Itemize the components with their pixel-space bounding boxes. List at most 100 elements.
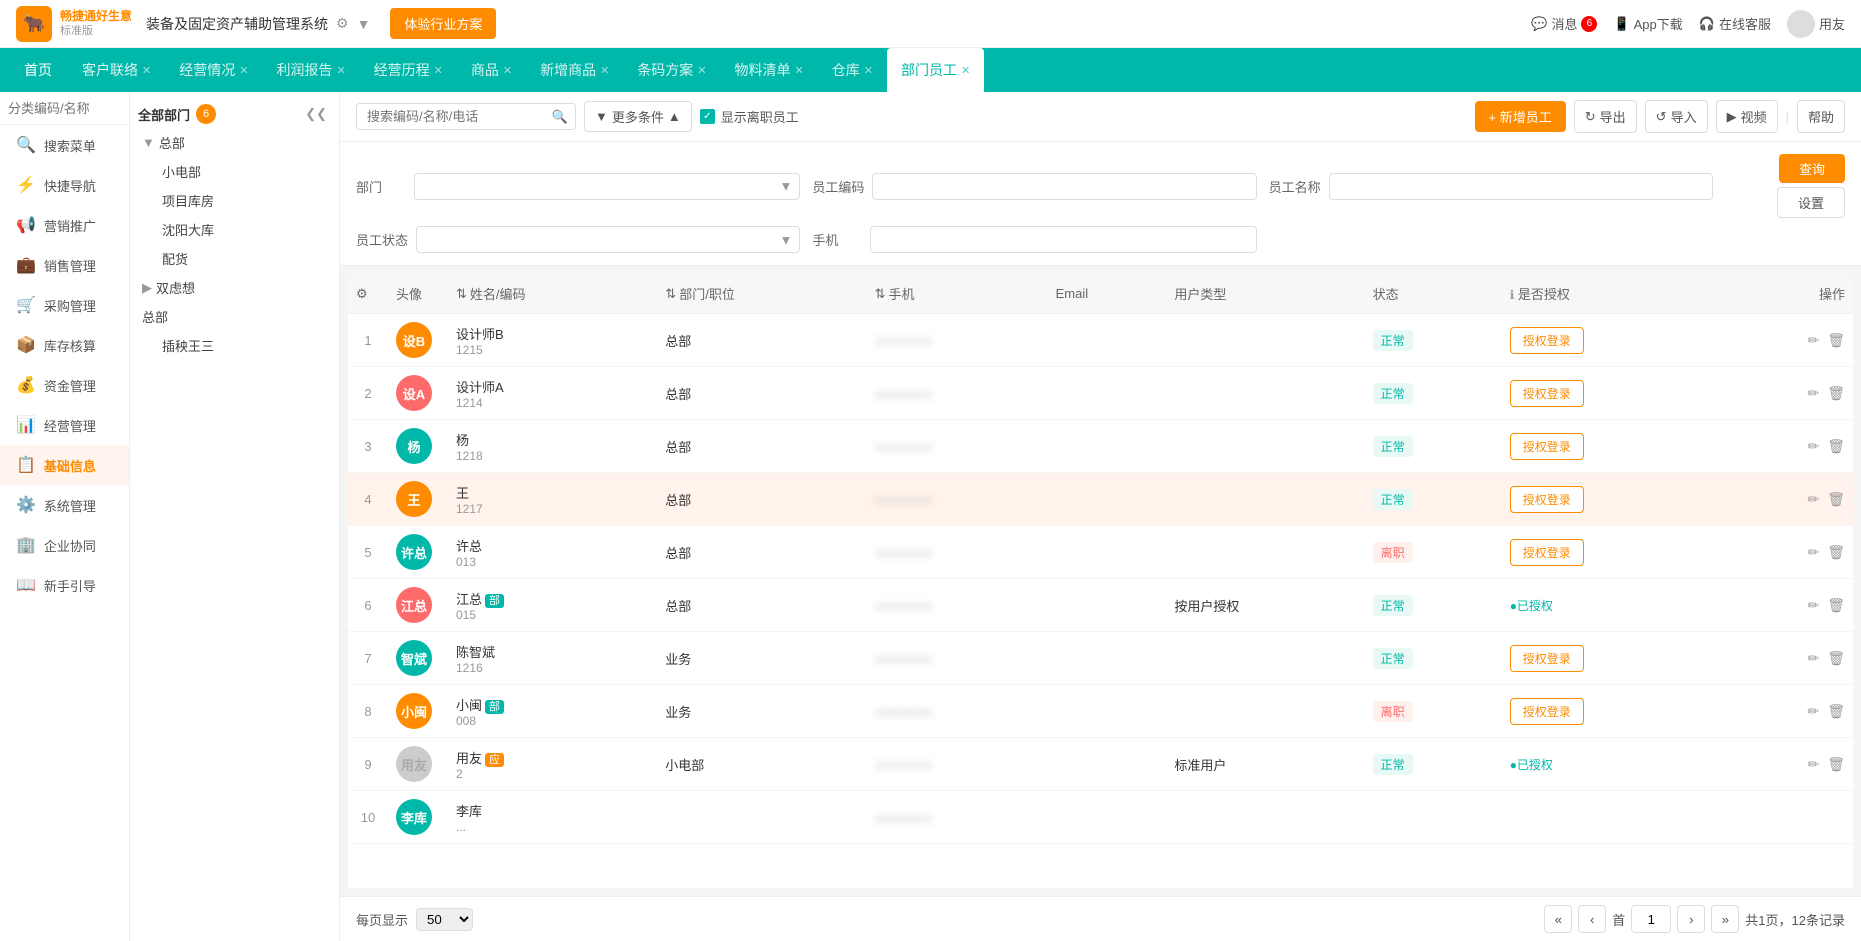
auth-login-btn[interactable]: 授权登录 — [1510, 380, 1584, 407]
close-icon[interactable]: ✕ — [864, 64, 873, 77]
search-button[interactable]: 🔍 — [552, 109, 568, 125]
tab-operation[interactable]: 经营情况 ✕ — [165, 48, 262, 92]
import-btn[interactable]: ↺ 导入 — [1645, 100, 1708, 133]
search-input[interactable] — [356, 103, 576, 130]
trial-button[interactable]: 体验行业方案 — [390, 8, 496, 39]
auth-cell[interactable]: 授权登录 — [1502, 685, 1722, 738]
status-select[interactable] — [416, 226, 800, 253]
name-filter-input[interactable] — [1329, 173, 1713, 200]
edit-icon[interactable]: ✏ — [1807, 491, 1819, 508]
set-btn[interactable]: 设置 — [1777, 187, 1845, 218]
delete-icon[interactable]: 🗑 — [1827, 650, 1845, 667]
close-icon[interactable]: ✕ — [961, 64, 970, 77]
edit-icon[interactable]: ✏ — [1807, 544, 1819, 561]
first-page-btn[interactable]: « — [1544, 905, 1572, 933]
close-icon[interactable]: ✕ — [503, 64, 512, 77]
sidebar-search[interactable]: 🔍 — [0, 92, 129, 125]
sidebar-item-search[interactable]: 🔍 搜索菜单 — [0, 125, 129, 165]
edit-icon[interactable]: ✏ — [1807, 756, 1819, 773]
th-dept[interactable]: ⇅ 部门/职位 — [657, 274, 866, 314]
sidebar-item-shortcut[interactable]: ⚡ 快捷导航 — [0, 165, 129, 205]
sidebar-item-purchase[interactable]: 🛒 采购管理 — [0, 285, 129, 325]
delete-icon[interactable]: 🗑 — [1827, 491, 1845, 508]
last-page-btn[interactable]: » — [1711, 905, 1739, 933]
auth-cell[interactable]: ●已授权 — [1502, 738, 1722, 791]
home-tab[interactable]: 首页 — [8, 60, 68, 80]
show-resigned-checkbox[interactable]: ✓ — [700, 109, 715, 124]
settings-icon[interactable]: ⚙ — [336, 15, 349, 32]
tab-barcode[interactable]: 条码方案 ✕ — [623, 48, 720, 92]
auth-cell[interactable]: 授权登录 — [1502, 367, 1722, 420]
edit-icon[interactable]: ✏ — [1807, 597, 1819, 614]
sidebar-item-system[interactable]: ⚙️ 系统管理 — [0, 485, 129, 525]
edit-icon[interactable]: ✏ — [1807, 650, 1819, 667]
tab-goods[interactable]: 商品 ✕ — [457, 48, 526, 92]
close-icon[interactable]: ✕ — [600, 64, 609, 77]
sidebar-item-guide[interactable]: 📖 新手引导 — [0, 565, 129, 605]
auth-cell[interactable]: 授权登录 — [1502, 314, 1722, 367]
dept-node-project[interactable]: 项目库房 — [130, 186, 339, 215]
dept-select[interactable] — [414, 173, 800, 200]
close-icon[interactable]: ✕ — [336, 64, 345, 77]
help-btn[interactable]: 帮助 — [1797, 100, 1845, 133]
add-employee-btn[interactable]: + 新增员工 — [1475, 101, 1566, 132]
auth-cell[interactable]: 授权登录 — [1502, 420, 1722, 473]
auth-cell[interactable]: ●已授权 — [1502, 579, 1722, 632]
sidebar-item-sales[interactable]: 💼 销售管理 — [0, 245, 129, 285]
code-filter-input[interactable] — [872, 173, 1256, 200]
dept-node-zongbu[interactable]: 总部 — [130, 302, 339, 331]
prev-page-btn[interactable]: ‹ — [1578, 905, 1606, 933]
tab-customer[interactable]: 客户联络 ✕ — [68, 48, 165, 92]
delete-icon[interactable]: 🗑 — [1827, 385, 1845, 402]
delete-icon[interactable]: 🗑 — [1827, 703, 1845, 720]
collapse-dept-btn[interactable]: ❮❮ — [305, 106, 327, 122]
all-dept-label[interactable]: 全部部门 — [138, 105, 190, 124]
dept-node-distribution[interactable]: 配货 — [130, 244, 339, 273]
delete-icon[interactable]: 🗑 — [1827, 332, 1845, 349]
auth-login-btn[interactable]: 授权登录 — [1510, 433, 1584, 460]
auth-login-btn[interactable]: 授权登录 — [1510, 327, 1584, 354]
auth-cell[interactable]: 授权登录 — [1502, 632, 1722, 685]
sidebar-item-basic[interactable]: 📋 基础信息 — [0, 445, 129, 485]
show-resigned-toggle[interactable]: ✓ 显示离职员工 — [700, 107, 799, 126]
online-service-btn[interactable]: 🎧 在线客服 — [1699, 14, 1771, 33]
auth-cell[interactable]: 授权登录 — [1502, 526, 1722, 579]
dept-node-small-elec[interactable]: 小电部 — [130, 157, 339, 186]
sidebar-item-inventory[interactable]: 📦 库存核算 — [0, 325, 129, 365]
edit-icon[interactable]: ✏ — [1807, 385, 1819, 402]
export-btn[interactable]: ↻ 导出 — [1574, 100, 1637, 133]
close-icon[interactable]: ✕ — [795, 64, 804, 77]
per-page-select[interactable]: 50 100 — [416, 908, 473, 931]
phone-filter-input[interactable] — [870, 226, 1256, 253]
auth-cell[interactable]: 授权登录 — [1502, 473, 1722, 526]
message-btn[interactable]: 💬 消息 6 — [1531, 14, 1597, 33]
close-icon[interactable]: ✕ — [239, 64, 248, 77]
close-icon[interactable]: ✕ — [142, 64, 151, 77]
sidebar-item-operation[interactable]: 📊 经营管理 — [0, 405, 129, 445]
delete-icon[interactable]: 🗑 — [1827, 544, 1845, 561]
next-page-btn[interactable]: › — [1677, 905, 1705, 933]
edit-icon[interactable]: ✏ — [1807, 332, 1819, 349]
delete-icon[interactable]: 🗑 — [1827, 756, 1845, 773]
tab-history[interactable]: 经营历程 ✕ — [360, 48, 457, 92]
sidebar-item-finance[interactable]: 💰 资金管理 — [0, 365, 129, 405]
sidebar-item-enterprise[interactable]: 🏢 企业协同 — [0, 525, 129, 565]
tab-dept-staff[interactable]: 部门员工 ✕ — [887, 48, 984, 92]
delete-icon[interactable]: 🗑 — [1827, 597, 1845, 614]
th-name[interactable]: ⇅ 姓名/编码 — [448, 274, 657, 314]
close-icon[interactable]: ✕ — [697, 64, 706, 77]
auth-login-btn[interactable]: 授权登录 — [1510, 645, 1584, 672]
tab-bom[interactable]: 物料清单 ✕ — [721, 48, 818, 92]
query-btn[interactable]: 查询 — [1779, 154, 1845, 183]
more-filters-btn[interactable]: ▼ 更多条件 ▲ — [584, 101, 692, 132]
edit-icon[interactable]: ✏ — [1807, 438, 1819, 455]
delete-icon[interactable]: 🗑 — [1827, 438, 1845, 455]
auth-login-btn[interactable]: 授权登录 — [1510, 486, 1584, 513]
tab-profit[interactable]: 利润报告 ✕ — [262, 48, 359, 92]
auth-login-btn[interactable]: 授权登录 — [1510, 698, 1584, 725]
dept-node-seedling[interactable]: 插秧王三 — [130, 331, 339, 360]
auth-login-btn[interactable]: 授权登录 — [1510, 539, 1584, 566]
tab-warehouse[interactable]: 仓库 ✕ — [818, 48, 887, 92]
edit-icon[interactable]: ✏ — [1807, 703, 1819, 720]
sidebar-search-input[interactable] — [8, 101, 130, 116]
